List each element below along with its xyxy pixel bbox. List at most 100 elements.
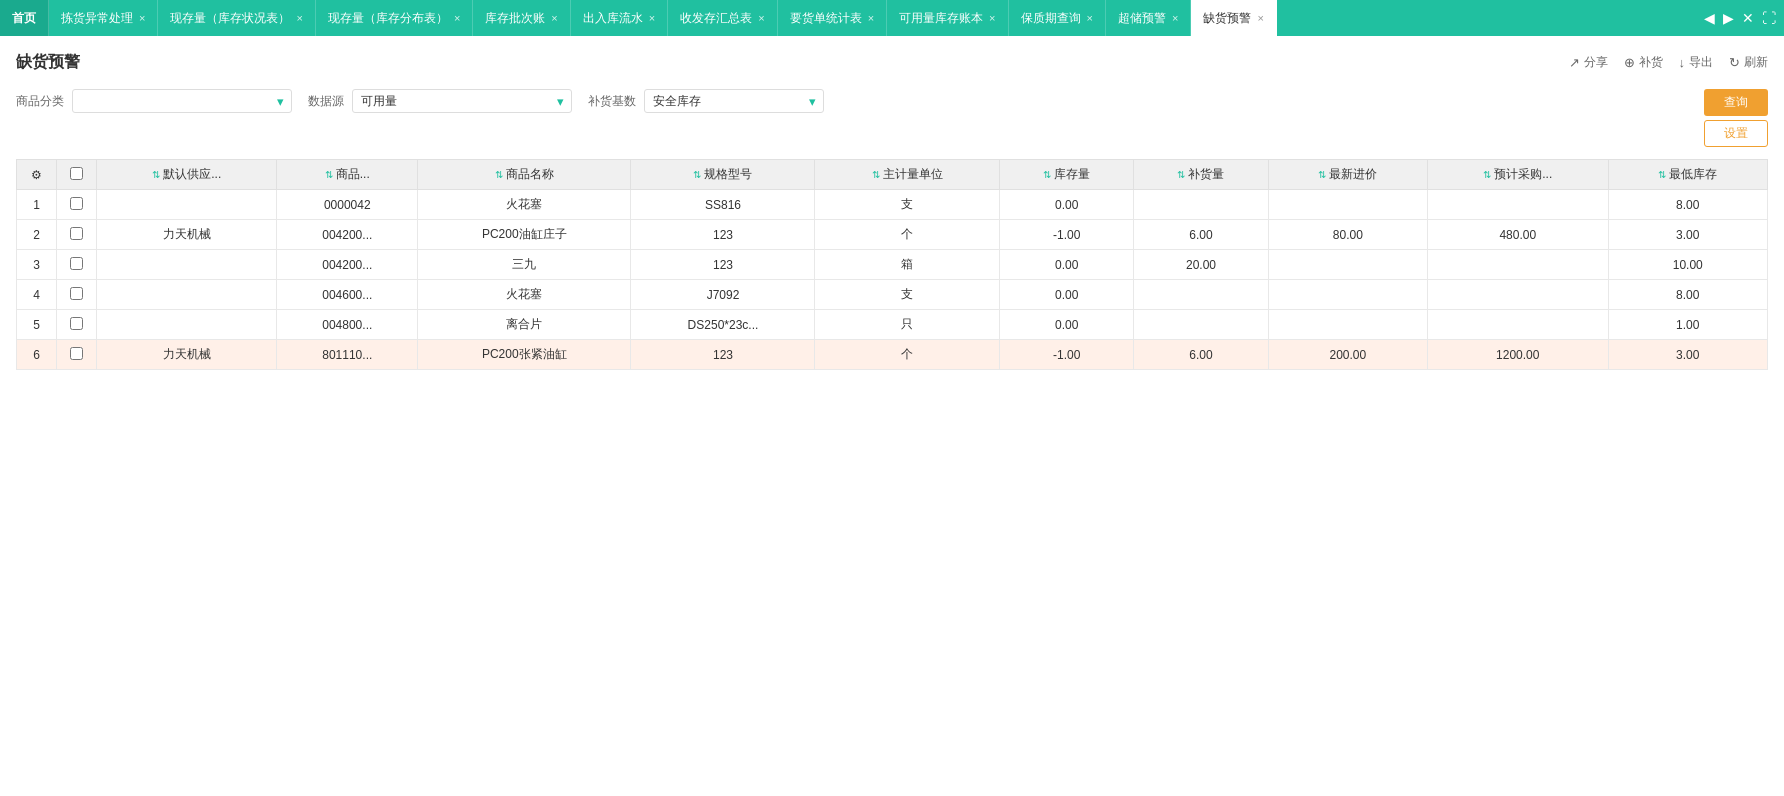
tab-inventory-dist-close[interactable]: ×	[454, 12, 460, 24]
row-min-stock: 8.00	[1608, 280, 1767, 310]
row-spec: SS816	[631, 190, 815, 220]
row-stock: 0.00	[1000, 190, 1134, 220]
code-column-header[interactable]: ⇅ 商品...	[277, 160, 418, 190]
share-button[interactable]: ↗ 分享	[1569, 54, 1608, 71]
row-supplier	[97, 190, 277, 220]
replenish-button[interactable]: ⊕ 补货	[1624, 54, 1663, 71]
replenish-column-header[interactable]: ⇅ 补货量	[1134, 160, 1268, 190]
check-all-header[interactable]	[57, 160, 97, 190]
row-name: PC200油缸庄子	[418, 220, 631, 250]
gear-column-header[interactable]: ⚙	[17, 160, 57, 190]
tab-prev-button[interactable]: ◀	[1700, 0, 1719, 36]
gear-icon: ⚙	[31, 168, 42, 182]
row-check[interactable]	[57, 340, 97, 370]
row-replenish	[1134, 190, 1268, 220]
tab-bar: 首页 拣货异常处理 × 现存量（库存状况表） × 现存量（库存分布表） × 库存…	[0, 0, 1784, 36]
replenish-label: 补货	[1639, 54, 1663, 71]
tab-available-ledger[interactable]: 可用量库存账本 ×	[887, 0, 1008, 36]
row-checkbox[interactable]	[70, 287, 83, 300]
min-stock-column-header[interactable]: ⇅ 最低库存	[1608, 160, 1767, 190]
tab-overstock-warning[interactable]: 超储预警 ×	[1106, 0, 1191, 36]
unit-column-header[interactable]: ⇅ 主计量单位	[815, 160, 1000, 190]
query-button[interactable]: 查询	[1704, 89, 1768, 116]
tab-inventory-dist[interactable]: 现存量（库存分布表） ×	[316, 0, 473, 36]
replenish-base-label: 补货基数	[588, 93, 636, 110]
check-all-checkbox[interactable]	[70, 167, 83, 180]
sort-latest-price-icon: ⇅	[1318, 169, 1326, 180]
row-check[interactable]	[57, 190, 97, 220]
tab-close-all-button[interactable]: ✕	[1738, 0, 1758, 36]
tab-expiry-query-close[interactable]: ×	[1087, 12, 1093, 24]
tab-flow[interactable]: 出入库流水 ×	[571, 0, 668, 36]
sort-supplier-icon: ⇅	[152, 169, 160, 180]
tab-requisition-stat-close[interactable]: ×	[868, 12, 874, 24]
tab-shortage-warning-close[interactable]: ×	[1257, 12, 1263, 24]
row-check[interactable]	[57, 280, 97, 310]
tab-exception[interactable]: 拣货异常处理 ×	[49, 0, 158, 36]
row-check[interactable]	[57, 310, 97, 340]
name-column-header[interactable]: ⇅ 商品名称	[418, 160, 631, 190]
sort-code-icon: ⇅	[325, 169, 333, 180]
tab-available-ledger-close[interactable]: ×	[989, 12, 995, 24]
row-code: 004200...	[277, 250, 418, 280]
tab-requisition-stat[interactable]: 要货单统计表 ×	[778, 0, 887, 36]
row-check[interactable]	[57, 220, 97, 250]
replenish-icon: ⊕	[1624, 55, 1635, 70]
row-supplier	[97, 250, 277, 280]
tab-flow-close[interactable]: ×	[649, 12, 655, 24]
refresh-icon: ↻	[1729, 55, 1740, 70]
tab-receive-summary[interactable]: 收发存汇总表 ×	[668, 0, 777, 36]
tab-shortage-warning[interactable]: 缺货预警 ×	[1191, 0, 1276, 36]
sort-min-stock-icon: ⇅	[1658, 169, 1666, 180]
category-select-wrapper	[72, 89, 292, 113]
replenish-base-select[interactable]: 安全库存	[644, 89, 824, 113]
supplier-column-header[interactable]: ⇅ 默认供应...	[97, 160, 277, 190]
row-checkbox[interactable]	[70, 197, 83, 210]
row-checkbox[interactable]	[70, 347, 83, 360]
category-select[interactable]	[72, 89, 292, 113]
row-forecast-purchase	[1428, 190, 1608, 220]
refresh-button[interactable]: ↻ 刷新	[1729, 54, 1768, 71]
row-check[interactable]	[57, 250, 97, 280]
tab-receive-summary-close[interactable]: ×	[758, 12, 764, 24]
table-row: 5004800...离合片DS250*23c...只0.001.00	[17, 310, 1768, 340]
tab-exception-close[interactable]: ×	[139, 12, 145, 24]
tab-home[interactable]: 首页	[0, 0, 49, 36]
tab-available-ledger-label: 可用量库存账本	[899, 10, 983, 27]
row-replenish: 6.00	[1134, 220, 1268, 250]
share-label: 分享	[1584, 54, 1608, 71]
tab-inventory-status[interactable]: 现存量（库存状况表） ×	[158, 0, 315, 36]
replenish-col-label: 补货量	[1188, 166, 1224, 183]
row-min-stock: 3.00	[1608, 340, 1767, 370]
row-checkbox[interactable]	[70, 257, 83, 270]
forecast-column-header[interactable]: ⇅ 预计采购...	[1428, 160, 1608, 190]
row-latest-price	[1268, 280, 1427, 310]
spec-column-header[interactable]: ⇅ 规格型号	[631, 160, 815, 190]
row-checkbox[interactable]	[70, 317, 83, 330]
tab-inventory-status-close[interactable]: ×	[296, 12, 302, 24]
tab-fullscreen-button[interactable]: ⛶	[1758, 0, 1780, 36]
tab-shortage-warning-label: 缺货预警	[1203, 10, 1251, 27]
unit-col-label: 主计量单位	[883, 166, 943, 183]
row-checkbox[interactable]	[70, 227, 83, 240]
latest-price-column-header[interactable]: ⇅ 最新进价	[1268, 160, 1427, 190]
settings-button[interactable]: 设置	[1704, 120, 1768, 147]
row-stock: 0.00	[1000, 280, 1134, 310]
row-unit: 个	[815, 340, 1000, 370]
stock-column-header[interactable]: ⇅ 库存量	[1000, 160, 1134, 190]
row-name: 离合片	[418, 310, 631, 340]
export-button[interactable]: ↓ 导出	[1679, 54, 1714, 71]
datasource-select[interactable]: 可用量	[352, 89, 572, 113]
row-code: 0000042	[277, 190, 418, 220]
tab-batch-account-close[interactable]: ×	[551, 12, 557, 24]
tab-expiry-query[interactable]: 保质期查询 ×	[1009, 0, 1106, 36]
tab-next-button[interactable]: ▶	[1719, 0, 1738, 36]
row-num: 3	[17, 250, 57, 280]
tab-home-label: 首页	[12, 10, 36, 27]
tab-overstock-warning-close[interactable]: ×	[1172, 12, 1178, 24]
row-forecast-purchase: 480.00	[1428, 220, 1608, 250]
refresh-label: 刷新	[1744, 54, 1768, 71]
row-num: 6	[17, 340, 57, 370]
tab-batch-account[interactable]: 库存批次账 ×	[473, 0, 570, 36]
row-spec: DS250*23c...	[631, 310, 815, 340]
